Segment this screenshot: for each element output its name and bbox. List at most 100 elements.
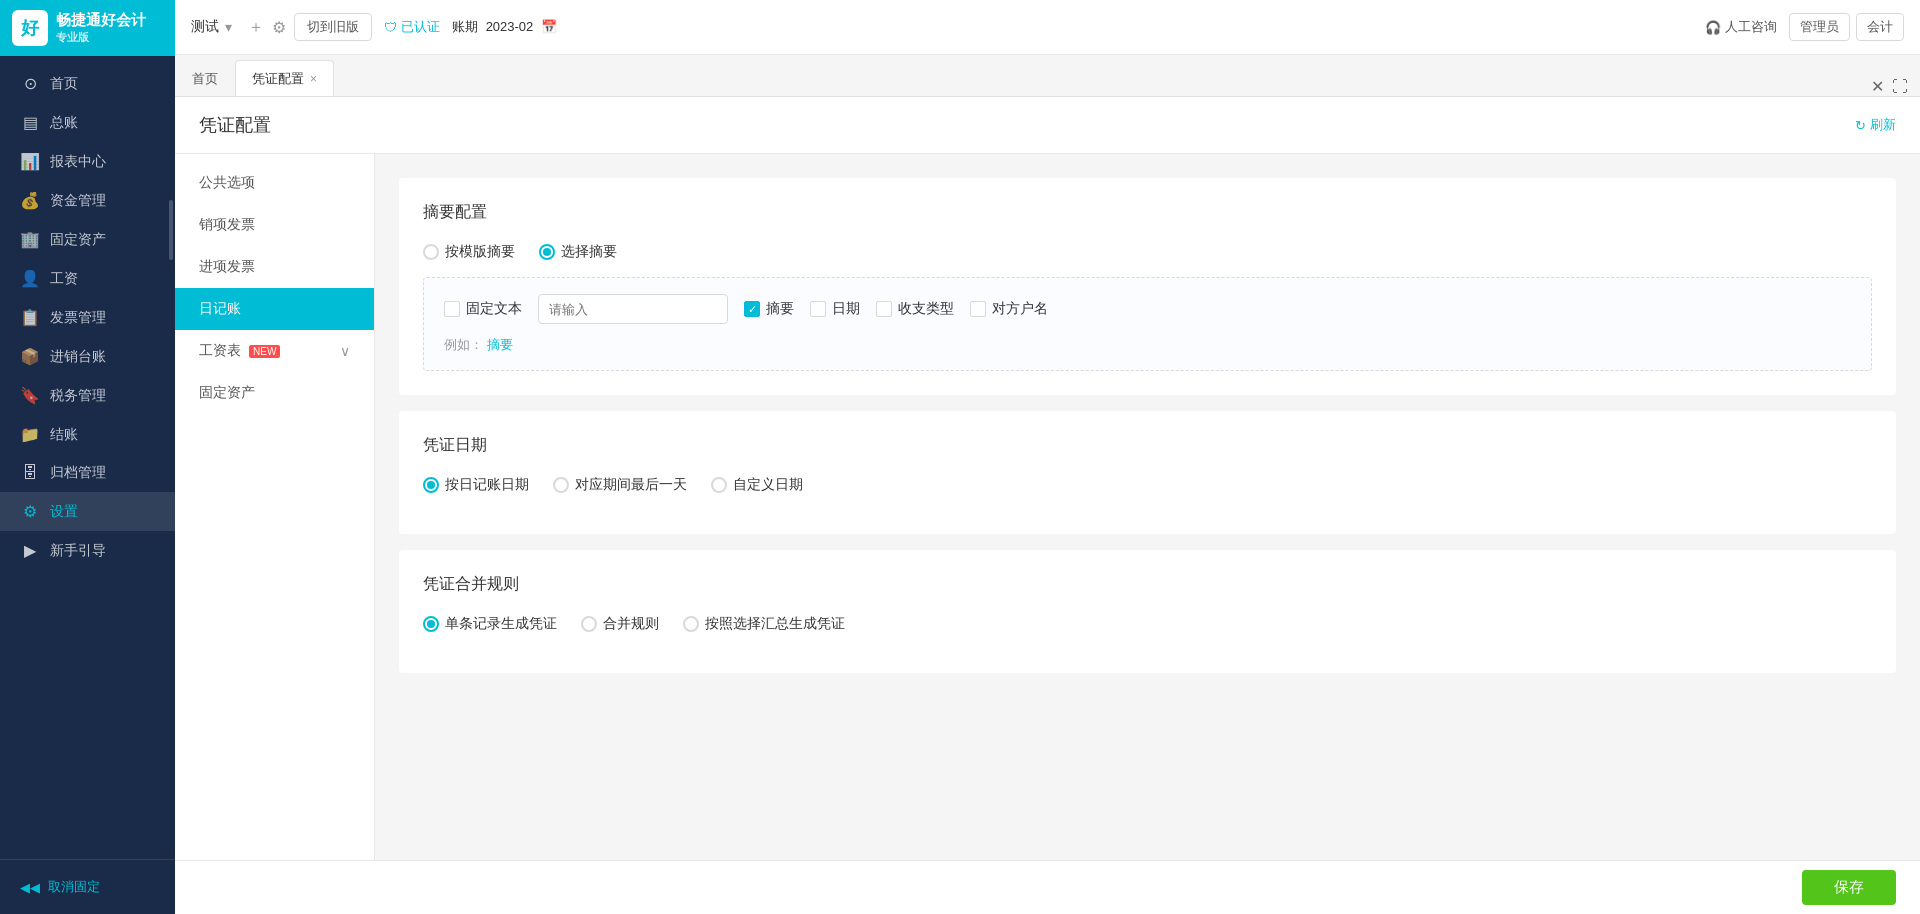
- voucher-merge-radio-group: 单条记录生成凭证 合并规则 按照选择汇总生成凭证: [423, 615, 1872, 633]
- left-nav-journal[interactable]: 日记账: [175, 288, 374, 330]
- funds-icon: 💰: [20, 191, 40, 210]
- chevron-down-icon[interactable]: ▾: [225, 19, 232, 35]
- fixed-text-input[interactable]: [538, 294, 728, 324]
- tab-home[interactable]: 首页: [175, 60, 235, 96]
- radio-custom-date[interactable]: 自定义日期: [711, 476, 803, 494]
- sidebar-item-inventory[interactable]: 📦 进销台账: [0, 337, 175, 376]
- checkbox-abstract[interactable]: 摘要: [744, 300, 794, 318]
- summary-config-title: 摘要配置: [423, 202, 1872, 223]
- abstract-checkbox: [744, 301, 760, 317]
- new-badge: NEW: [249, 345, 280, 358]
- summary-radio-group: 按模版摘要 选择摘要: [423, 243, 1872, 261]
- close-tab-button[interactable]: ✕: [1871, 77, 1884, 96]
- left-nav-payroll[interactable]: 工资表 NEW ∨: [175, 330, 374, 372]
- page-header: 凭证配置 ↻ 刷新: [175, 97, 1920, 154]
- radio-single-record[interactable]: 单条记录生成凭证: [423, 615, 557, 633]
- save-button[interactable]: 保存: [1802, 870, 1896, 905]
- radio-journal-date[interactable]: 按日记账日期: [423, 476, 529, 494]
- left-nav-fixed[interactable]: 固定资产: [175, 372, 374, 414]
- shield-icon: 🛡: [384, 20, 397, 35]
- tab-close-icon[interactable]: ×: [310, 72, 317, 86]
- sidebar-item-tax[interactable]: 🔖 税务管理: [0, 376, 175, 415]
- sidebar-item-archive[interactable]: 🗄 归档管理: [0, 454, 175, 492]
- left-nav-payroll-label: 工资表: [199, 342, 241, 360]
- certified-label: 已认证: [401, 18, 440, 36]
- assets-icon: 🏢: [20, 230, 40, 249]
- checkbox-counterparty[interactable]: 对方户名: [970, 300, 1048, 318]
- add-icon[interactable]: ＋: [248, 17, 264, 38]
- radio-template-summary[interactable]: 按模版摘要: [423, 243, 515, 261]
- fullscreen-button[interactable]: ⛶: [1892, 78, 1908, 96]
- sidebar-item-label: 进销台账: [50, 348, 106, 366]
- guide-icon: ▶: [20, 541, 40, 560]
- checkbox-fixed-text[interactable]: 固定文本: [444, 300, 522, 318]
- manager-button[interactable]: 管理员: [1789, 13, 1850, 41]
- sidebar-item-home[interactable]: ⊙ 首页: [0, 64, 175, 103]
- settings-gear-icon[interactable]: ⚙: [272, 18, 286, 37]
- counterparty-checkbox: [970, 301, 986, 317]
- app-name: 畅捷通好会计: [56, 11, 146, 30]
- custom-date-label: 自定义日期: [733, 476, 803, 494]
- tax-icon: 🔖: [20, 386, 40, 405]
- switch-old-version-button[interactable]: 切到旧版: [294, 13, 372, 41]
- sidebar-item-settings[interactable]: ⚙ 设置: [0, 492, 175, 531]
- checkbox-date[interactable]: 日期: [810, 300, 860, 318]
- summary-config-box: 固定文本 摘要 日期 收支类型: [423, 277, 1872, 371]
- left-nav-purchase[interactable]: 进项发票: [175, 246, 374, 288]
- project-name-text: 测试: [191, 18, 219, 36]
- radio-merge-rules[interactable]: 合并规则: [581, 615, 659, 633]
- left-nav-public[interactable]: 公共选项: [175, 162, 374, 204]
- radio-period-last[interactable]: 对应期间最后一天: [553, 476, 687, 494]
- sidebar-item-assets[interactable]: 🏢 固定资产: [0, 220, 175, 259]
- sidebar-item-label: 税务管理: [50, 387, 106, 405]
- sidebar-item-label: 总账: [50, 114, 78, 132]
- inventory-icon: 📦: [20, 347, 40, 366]
- payroll-icon: 👤: [20, 269, 40, 288]
- sidebar-item-payroll[interactable]: 👤 工资: [0, 259, 175, 298]
- radio-select-summary[interactable]: 选择摘要: [539, 243, 617, 261]
- consult-button[interactable]: 🎧 人工咨询: [1705, 18, 1777, 36]
- unpin-button[interactable]: ◀◀ 取消固定: [0, 870, 175, 904]
- sidebar-item-ledger[interactable]: ▤ 总账: [0, 103, 175, 142]
- sidebar-item-funds[interactable]: 💰 资金管理: [0, 181, 175, 220]
- selected-summary-circle: [683, 616, 699, 632]
- sidebar-item-guide[interactable]: ▶ 新手引导: [0, 531, 175, 570]
- summary-config-section: 摘要配置 按模版摘要 选择摘要 固定文本: [399, 178, 1896, 395]
- checkbox-income-type[interactable]: 收支类型: [876, 300, 954, 318]
- unpin-icon: ◀◀: [20, 880, 40, 895]
- period-last-label: 对应期间最后一天: [575, 476, 687, 494]
- date-label: 日期: [832, 300, 860, 318]
- voucher-merge-section: 凭证合并规则 单条记录生成凭证 合并规则 按照选择汇总生成凭证: [399, 550, 1896, 673]
- single-record-label: 单条记录生成凭证: [445, 615, 557, 633]
- merge-rules-label: 合并规则: [603, 615, 659, 633]
- refresh-button[interactable]: ↻ 刷新: [1855, 116, 1896, 150]
- left-nav-sales[interactable]: 销项发票: [175, 204, 374, 246]
- calendar-icon[interactable]: 📅: [541, 19, 557, 34]
- left-nav-journal-label: 日记账: [199, 300, 241, 318]
- tab-voucher-config[interactable]: 凭证配置 ×: [235, 60, 334, 96]
- headset-icon: 🎧: [1705, 20, 1721, 35]
- sidebar-item-label: 固定资产: [50, 231, 106, 249]
- radio-selected-summary[interactable]: 按照选择汇总生成凭证: [683, 615, 845, 633]
- accountant-button[interactable]: 会计: [1856, 13, 1904, 41]
- income-type-label: 收支类型: [898, 300, 954, 318]
- income-type-checkbox: [876, 301, 892, 317]
- sidebar-item-label: 发票管理: [50, 309, 106, 327]
- sidebar-item-invoice-mgr[interactable]: 📋 发票管理: [0, 298, 175, 337]
- archive-icon: 🗄: [20, 464, 40, 482]
- sidebar-item-closing[interactable]: 📁 结账: [0, 415, 175, 454]
- sidebar-item-label: 首页: [50, 75, 78, 93]
- abstract-label: 摘要: [766, 300, 794, 318]
- chevron-expand-icon: ∨: [340, 343, 350, 359]
- example-row: 例如： 摘要: [444, 336, 1851, 354]
- app-subtitle: 专业版: [56, 30, 146, 45]
- closing-icon: 📁: [20, 425, 40, 444]
- sidebar-item-report[interactable]: 📊 报表中心: [0, 142, 175, 181]
- header-right: 🎧 人工咨询 管理员 会计: [1705, 13, 1904, 41]
- tab-bar-controls: ✕ ⛶: [1859, 77, 1920, 96]
- page-footer: 保存: [175, 860, 1920, 914]
- example-prefix: 例如：: [444, 337, 483, 352]
- left-nav-fixed-label: 固定资产: [199, 384, 255, 402]
- sidebar-item-label: 工资: [50, 270, 78, 288]
- summary-config-row: 固定文本 摘要 日期 收支类型: [444, 294, 1851, 324]
